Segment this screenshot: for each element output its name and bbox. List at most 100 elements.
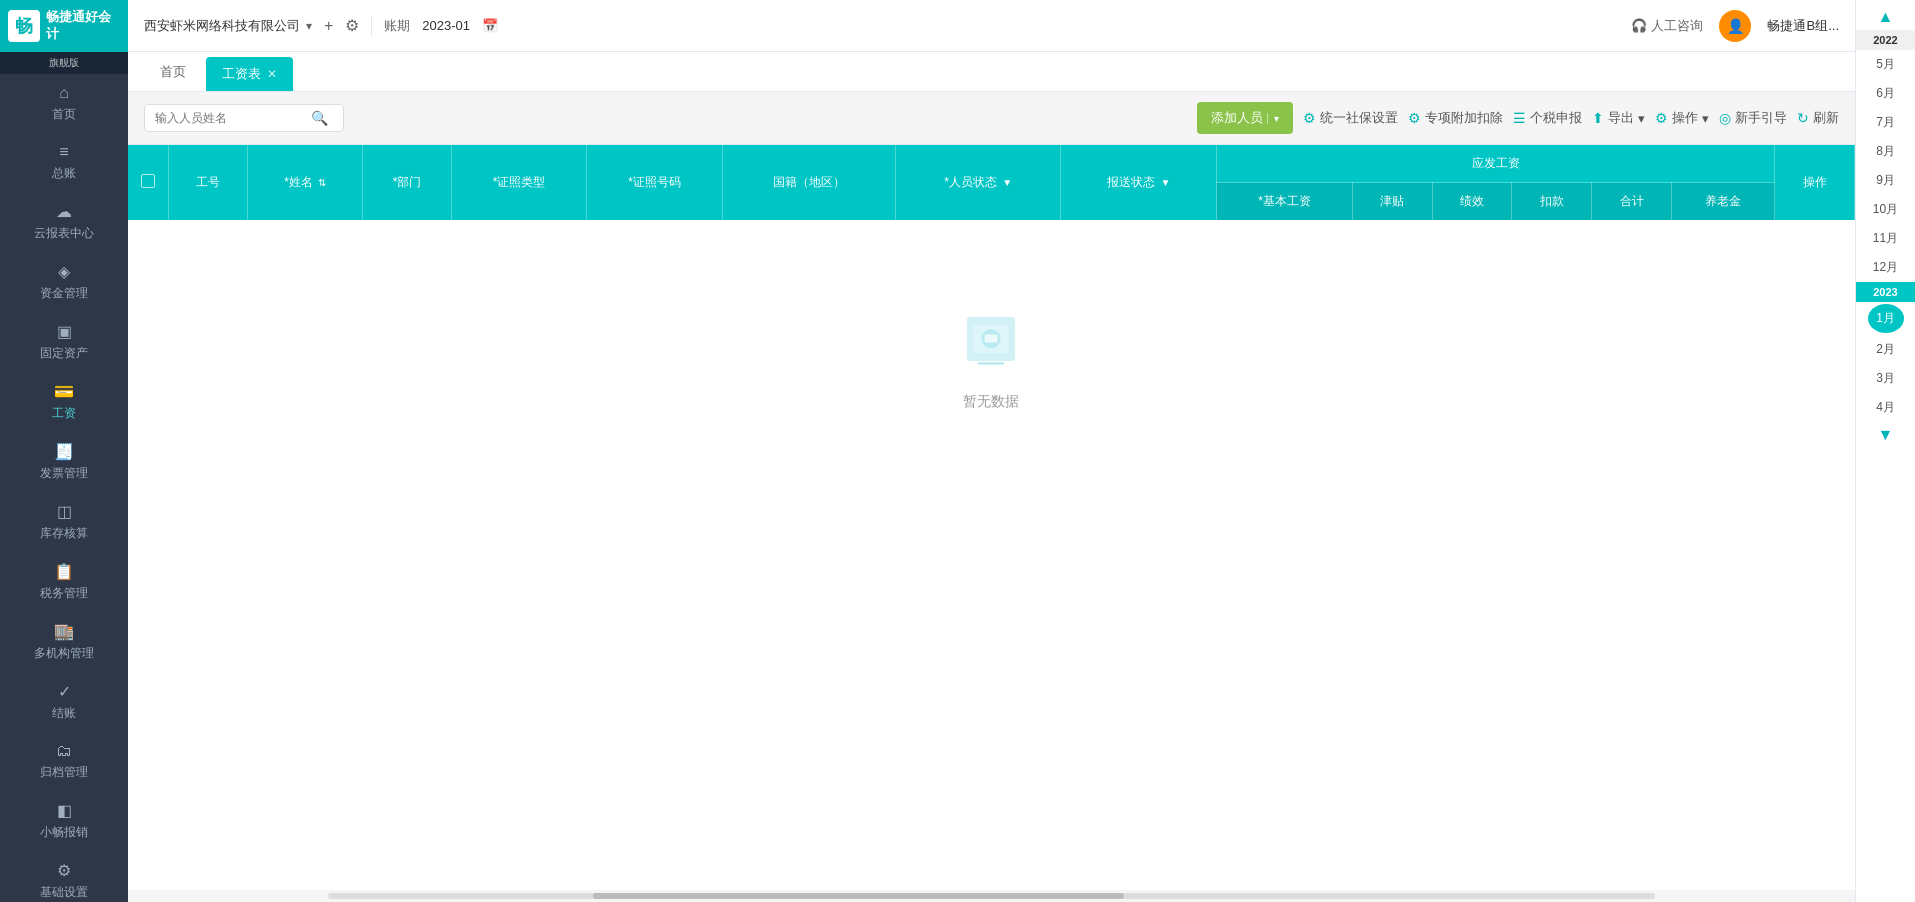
human-service-btn[interactable]: 🎧 人工咨询 — [1631, 17, 1703, 35]
export-icon: ⬆ — [1592, 110, 1604, 126]
name-sort-icon[interactable]: ⇅ — [318, 177, 326, 188]
add-person-btn[interactable]: 添加人员 ▾ — [1197, 102, 1293, 134]
sidebar-item-archive[interactable]: 🗂 归档管理 — [0, 732, 128, 791]
salary-icon: 💳 — [54, 382, 74, 401]
sidebar-item-fixed-assets[interactable]: ▣ 固定资产 — [0, 312, 128, 372]
th-dept: *部门 — [363, 145, 452, 220]
tab-close-btn[interactable]: ✕ — [267, 67, 277, 81]
th-cert-type: *证照类型 — [451, 145, 587, 220]
month-2022-10[interactable]: 10月 — [1856, 195, 1915, 224]
add-person-dropdown-arrow[interactable]: ▾ — [1267, 113, 1279, 124]
user-avatar[interactable]: 👤 — [1719, 10, 1751, 42]
period-value: 2023-01 — [422, 18, 470, 33]
report-status-filter-icon[interactable]: ▼ — [1161, 177, 1171, 188]
personal-tax-label: 个税申报 — [1530, 109, 1582, 127]
archive-icon: 🗂 — [56, 742, 72, 760]
company-dropdown-arrow: ▾ — [306, 19, 312, 33]
month-2022-07[interactable]: 7月 — [1856, 108, 1915, 137]
calendar-icon[interactable]: 📅 — [482, 18, 498, 33]
sidebar-logo: 畅 畅捷通好会计 — [0, 0, 128, 52]
search-icon[interactable]: 🔍 — [311, 110, 328, 126]
month-2023-04[interactable]: 4月 — [1856, 393, 1915, 422]
sidebar-label-salary: 工资 — [52, 405, 76, 422]
refresh-icon: ↻ — [1797, 110, 1809, 126]
multi-org-icon: 🏬 — [54, 622, 74, 641]
special-deduction-btn[interactable]: ⚙ 专项附加扣除 — [1408, 109, 1503, 127]
sidebar-item-ledger[interactable]: ≡ 总账 — [0, 133, 128, 192]
new-guide-btn[interactable]: ◎ 新手引导 — [1719, 109, 1787, 127]
year-2023-section: 2023 1月 2月 3月 4月 — [1856, 282, 1915, 422]
operations-arrow: ▾ — [1702, 111, 1709, 126]
personal-tax-btn[interactable]: ☰ 个税申报 — [1513, 109, 1582, 127]
refresh-label: 刷新 — [1813, 109, 1839, 127]
refresh-btn[interactable]: ↻ 刷新 — [1797, 109, 1839, 127]
tab-home[interactable]: 首页 — [144, 55, 202, 91]
sidebar-label-home: 首页 — [52, 106, 76, 123]
month-2022-06[interactable]: 6月 — [1856, 79, 1915, 108]
company-selector[interactable]: 西安虾米网络科技有限公司 ▾ — [144, 17, 312, 35]
year-2023-label[interactable]: 2023 — [1856, 282, 1915, 302]
scrollbar-thumb[interactable] — [593, 893, 1124, 899]
sidebar-item-inventory[interactable]: ◫ 库存核算 — [0, 492, 128, 552]
sidebar-label-fund: 资金管理 — [40, 285, 88, 302]
new-guide-icon: ◎ — [1719, 110, 1731, 126]
tab-bar: 首页 工资表 ✕ — [128, 52, 1855, 92]
month-2022-09[interactable]: 9月 — [1856, 166, 1915, 195]
person-status-filter-icon[interactable]: ▼ — [1002, 177, 1012, 188]
company-name: 西安虾米网络科技有限公司 — [144, 17, 300, 35]
year-2022-label[interactable]: 2022 — [1856, 30, 1915, 50]
th-checkbox[interactable] — [128, 145, 168, 220]
operations-btn[interactable]: ⚙ 操作 ▾ — [1655, 109, 1709, 127]
month-2022-11[interactable]: 11月 — [1856, 224, 1915, 253]
month-2023-03[interactable]: 3月 — [1856, 364, 1915, 393]
operations-icon: ⚙ — [1655, 110, 1668, 126]
logo-text: 畅捷通好会计 — [46, 9, 120, 43]
sidebar-item-settle[interactable]: ✓ 结账 — [0, 672, 128, 732]
sidebar-item-settings[interactable]: ⚙ 基础设置 — [0, 851, 128, 902]
empty-state: 暂无数据 — [128, 221, 1855, 491]
th-total: 合计 — [1592, 183, 1672, 221]
month-2022-05[interactable]: 5月 — [1856, 50, 1915, 79]
calendar-up-arrow[interactable]: ▲ — [1874, 4, 1898, 30]
social-security-btn[interactable]: ⚙ 统一社保设置 — [1303, 109, 1398, 127]
toolbar-right: 添加人员 ▾ ⚙ 统一社保设置 ⚙ 专项附加扣除 ☰ 个税申报 ⬆ 导出 ▾ ⚙ — [1197, 102, 1839, 134]
sidebar-item-home[interactable]: ⌂ 首页 — [0, 74, 128, 133]
company-settings-btn[interactable]: ⚙ — [345, 16, 359, 35]
month-2022-12[interactable]: 12月 — [1856, 253, 1915, 282]
inventory-icon: ◫ — [57, 502, 72, 521]
toolbar: 🔍 添加人员 ▾ ⚙ 统一社保设置 ⚙ 专项附加扣除 ☰ 个税申报 ⬆ 导出 — [128, 92, 1855, 145]
sidebar-item-multi-org[interactable]: 🏬 多机构管理 — [0, 612, 128, 672]
invoice-icon: 🧾 — [54, 442, 74, 461]
period-label: 账期 — [384, 17, 410, 35]
search-input[interactable] — [155, 111, 305, 125]
horizontal-scrollbar[interactable] — [128, 890, 1855, 902]
select-all-checkbox[interactable] — [141, 174, 155, 188]
sidebar-item-tax[interactable]: 📋 税务管理 — [0, 552, 128, 612]
tab-home-label: 首页 — [160, 64, 186, 79]
sidebar-label-expense: 小畅报销 — [40, 824, 88, 841]
sidebar-item-salary[interactable]: 💳 工资 — [0, 372, 128, 432]
export-label: 导出 — [1608, 109, 1634, 127]
add-company-btn[interactable]: + — [324, 17, 333, 35]
sidebar-label-cloud: 云报表中心 — [34, 225, 94, 242]
month-2022-08[interactable]: 8月 — [1856, 137, 1915, 166]
headset-icon: 🎧 — [1631, 18, 1647, 33]
th-report-status[interactable]: 报送状态 ▼ — [1061, 145, 1217, 220]
month-2023-01[interactable]: 1月 — [1868, 304, 1904, 333]
th-name[interactable]: *姓名 ⇅ — [248, 145, 363, 220]
sidebar-item-cloud-report[interactable]: ☁ 云报表中心 — [0, 192, 128, 252]
sidebar-item-fund[interactable]: ◈ 资金管理 — [0, 252, 128, 312]
month-2023-02[interactable]: 2月 — [1856, 335, 1915, 364]
sidebar-item-invoice[interactable]: 🧾 发票管理 — [0, 432, 128, 492]
th-person-status[interactable]: *人员状态 ▼ — [896, 145, 1061, 220]
export-btn[interactable]: ⬆ 导出 ▾ — [1592, 109, 1645, 127]
tax-icon: 📋 — [54, 562, 74, 581]
table-container: 工号 *姓名 ⇅ *部门 *证照类型 *证照号码 国籍（地区） *人员状态 ▼ … — [128, 145, 1855, 890]
tab-salary-table[interactable]: 工资表 ✕ — [206, 57, 293, 91]
topbar: 西安虾米网络科技有限公司 ▾ + ⚙ 账期 2023-01 📅 🎧 人工咨询 👤… — [128, 0, 1855, 52]
calendar-down-arrow[interactable]: ▼ — [1874, 422, 1898, 448]
sidebar-item-expense[interactable]: ◧ 小畅报销 — [0, 791, 128, 851]
sidebar-label-multi-org: 多机构管理 — [34, 645, 94, 662]
sidebar-label-settle: 结账 — [52, 705, 76, 722]
sidebar-label-archive: 归档管理 — [40, 764, 88, 781]
